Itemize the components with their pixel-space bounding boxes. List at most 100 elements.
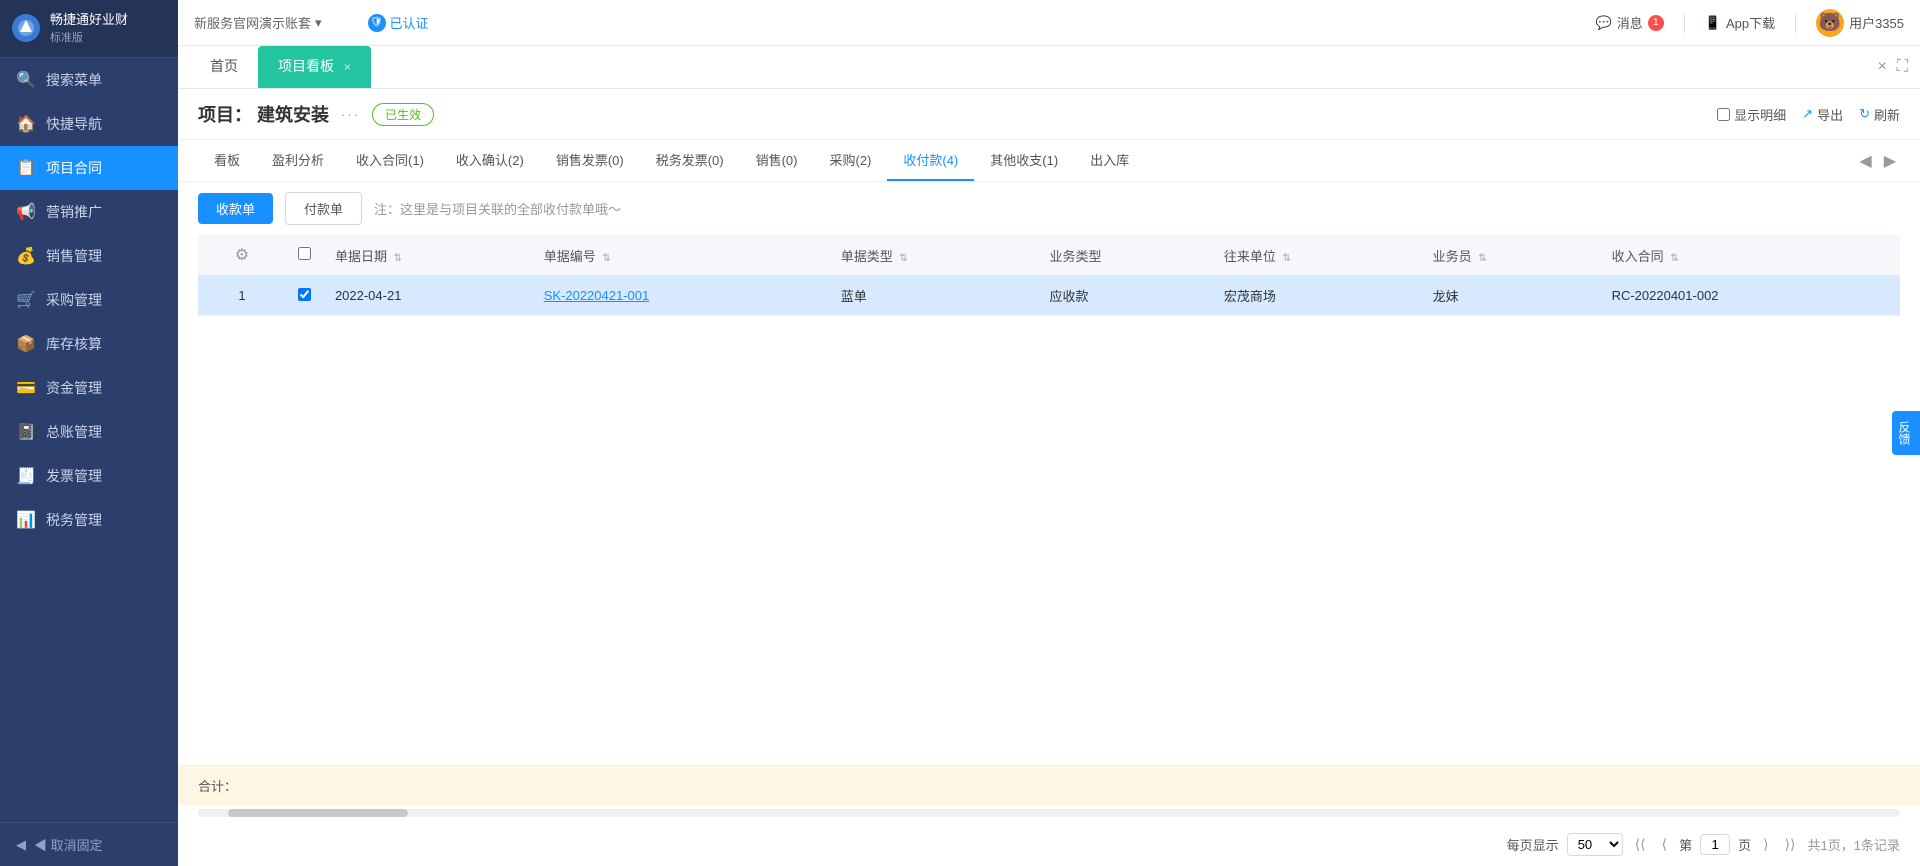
tab-project-board-close[interactable]: ×	[344, 60, 351, 74]
page-next-btn[interactable]: ⟩	[1759, 834, 1772, 855]
per-page-select[interactable]: 50 20 100	[1567, 833, 1623, 856]
subnav-item-收入确认(2)[interactable]: 收入确认(2)	[440, 140, 540, 181]
project-status-badge: 已生效	[372, 103, 434, 126]
toolbar-note: 注：这里是与项目关联的全部收付款单哦～	[374, 199, 621, 218]
subnav-item-其他收支(1)[interactable]: 其他收支(1)	[974, 140, 1074, 181]
project-prefix: 项目：	[198, 105, 252, 125]
tab-home-label: 首页	[210, 58, 238, 74]
page-prev-btn[interactable]: ⟨	[1658, 834, 1671, 855]
toolbar: 收款单 付款单 注：这里是与项目关联的全部收付款单哦～	[178, 182, 1920, 235]
receipts-button[interactable]: 收款单	[198, 193, 273, 224]
sidebar-item-税务管理[interactable]: 📊 税务管理	[0, 498, 178, 542]
show-detail-checkbox[interactable]: 显示明细	[1717, 105, 1786, 124]
topbar-divider2	[1795, 13, 1796, 33]
payments-button[interactable]: 付款单	[285, 192, 362, 225]
app-version: 标准版	[50, 29, 128, 45]
messages-button[interactable]: 💬 消息 1	[1596, 13, 1664, 32]
page: 项目： 建筑安装 ··· 已生效 显示明细 ↗ 导出 ↻ 刷新	[178, 89, 1920, 866]
row-counterpart: 宏茂商场	[1212, 276, 1421, 316]
row-number[interactable]: SK-20220421-001	[532, 276, 829, 316]
sidebar-icon: 💳	[16, 378, 36, 398]
user-menu-button[interactable]: 🐻 用户3355	[1816, 9, 1904, 37]
row-type: 蓝单	[829, 276, 1038, 316]
subnav-item-税务发票(0)[interactable]: 税务发票(0)	[640, 140, 740, 181]
app-logo-icon	[10, 12, 42, 44]
sort-counterpart-icon: ⇅	[1283, 253, 1291, 264]
select-all-checkbox[interactable]	[298, 247, 311, 260]
row-checkbox[interactable]	[298, 288, 311, 301]
subnav-prev-arrow[interactable]: ◀	[1855, 147, 1875, 175]
sidebar-item-项目合同[interactable]: 📋 项目合同	[0, 146, 178, 190]
refresh-icon: ↻	[1859, 106, 1870, 122]
scrollbar-thumb[interactable]	[228, 809, 408, 817]
col-date[interactable]: 单据日期 ⇅	[323, 235, 532, 276]
sidebar-item-发票管理[interactable]: 🧾 发票管理	[0, 454, 178, 498]
subnav-item-收付款(4)[interactable]: 收付款(4)	[887, 140, 974, 181]
table-wrap: ⚙ 单据日期 ⇅ 单据编号 ⇅ 单据类型 ⇅ 业务类型 往来单位 ⇅ 业务员 ⇅…	[178, 235, 1920, 765]
sort-salesperson-icon: ⇅	[1478, 253, 1486, 264]
sidebar-icon: 📊	[16, 510, 36, 530]
tab-project-board[interactable]: 项目看板 ×	[258, 46, 371, 88]
subnav-item-盈利分析[interactable]: 盈利分析	[256, 140, 340, 181]
sidebar: 畅捷通好业财 标准版 🔍 搜索菜单🏠 快捷导航📋 项目合同📢 营销推广💰 销售管…	[0, 0, 178, 866]
show-detail-label: 显示明细	[1734, 105, 1786, 124]
col-income-contract[interactable]: 收入合同 ⇅	[1600, 235, 1900, 276]
subnav-item-出入库[interactable]: 出入库	[1074, 140, 1145, 181]
table-row[interactable]: 1 2022-04-21 SK-20220421-001 蓝单 应收款 宏茂商场…	[198, 276, 1900, 316]
window-close-button[interactable]: ×	[1877, 58, 1886, 76]
subnav-item-销售(0)[interactable]: 销售(0)	[740, 140, 814, 181]
unpin-label: ◀ 取消固定	[34, 835, 103, 854]
sort-number-icon: ⇅	[602, 253, 610, 264]
window-expand-button[interactable]: ⛶	[1897, 58, 1908, 76]
sidebar-item-库存核算[interactable]: 📦 库存核算	[0, 322, 178, 366]
sidebar-item-总账管理[interactable]: 📓 总账管理	[0, 410, 178, 454]
subnav-item-收入合同(1)[interactable]: 收入合同(1)	[340, 140, 440, 181]
project-more-button[interactable]: ···	[341, 107, 360, 122]
subnav-item-销售发票(0)[interactable]: 销售发票(0)	[540, 140, 640, 181]
feedback-tab[interactable]: 反馈	[1892, 411, 1920, 455]
sidebar-item-label: 快捷导航	[46, 114, 102, 134]
col-counterpart[interactable]: 往来单位 ⇅	[1212, 235, 1421, 276]
sidebar-unpin-button[interactable]: ◀ ◀ 取消固定	[0, 822, 178, 866]
subnav-next-arrow[interactable]: ▶	[1880, 147, 1900, 175]
app-download-label: App下载	[1726, 13, 1775, 32]
table-scrollbar	[178, 805, 1920, 823]
app-download-button[interactable]: 📱 App下载	[1705, 13, 1775, 32]
page-first-btn[interactable]: ⟨⟨	[1631, 834, 1650, 855]
row-checkbox-cell[interactable]	[286, 276, 323, 316]
col-number[interactable]: 单据编号 ⇅	[532, 235, 829, 276]
settings-icon[interactable]: ⚙	[235, 247, 249, 264]
sidebar-item-营销推广[interactable]: 📢 营销推广	[0, 190, 178, 234]
table-footer: 合计：	[178, 765, 1920, 805]
sidebar-item-搜索菜单[interactable]: 🔍 搜索菜单	[0, 58, 178, 102]
col-settings[interactable]: ⚙	[198, 235, 286, 276]
col-biz-type: 业务类型	[1038, 235, 1212, 276]
sidebar-icon: 💰	[16, 246, 36, 266]
current-page-input[interactable]	[1700, 834, 1730, 855]
sidebar-item-销售管理[interactable]: 💰 销售管理	[0, 234, 178, 278]
sidebar-item-label: 资金管理	[46, 378, 102, 398]
export-button[interactable]: ↗ 导出	[1802, 105, 1843, 124]
user-name: 用户3355	[1849, 13, 1904, 32]
row-income-contract: RC-20220401-002	[1600, 276, 1900, 316]
col-salesperson[interactable]: 业务员 ⇅	[1421, 235, 1600, 276]
user-avatar: 🐻	[1816, 9, 1844, 37]
workspace-selector[interactable]: 新服务官网演示账套 ▾	[194, 13, 322, 32]
sidebar-item-快捷导航[interactable]: 🏠 快捷导航	[0, 102, 178, 146]
show-detail-input[interactable]	[1717, 108, 1730, 121]
sidebar-icon: 🛒	[16, 290, 36, 310]
sidebar-item-资金管理[interactable]: 💳 资金管理	[0, 366, 178, 410]
total-info: 共1页，1条记录	[1808, 835, 1900, 854]
sidebar-item-label: 营销推广	[46, 202, 102, 222]
page-last-btn[interactable]: ⟩⟩	[1781, 834, 1800, 855]
message-icon: 💬	[1596, 15, 1612, 31]
data-table: ⚙ 单据日期 ⇅ 单据编号 ⇅ 单据类型 ⇅ 业务类型 往来单位 ⇅ 业务员 ⇅…	[198, 235, 1900, 316]
export-icon: ↗	[1802, 106, 1813, 122]
sidebar-item-采购管理[interactable]: 🛒 采购管理	[0, 278, 178, 322]
sidebar-icon: 📦	[16, 334, 36, 354]
tab-home[interactable]: 首页	[190, 46, 258, 88]
subnav-item-采购(2)[interactable]: 采购(2)	[813, 140, 887, 181]
col-type[interactable]: 单据类型 ⇅	[829, 235, 1038, 276]
refresh-button[interactable]: ↻ 刷新	[1859, 105, 1900, 124]
subnav-item-看板[interactable]: 看板	[198, 140, 256, 181]
